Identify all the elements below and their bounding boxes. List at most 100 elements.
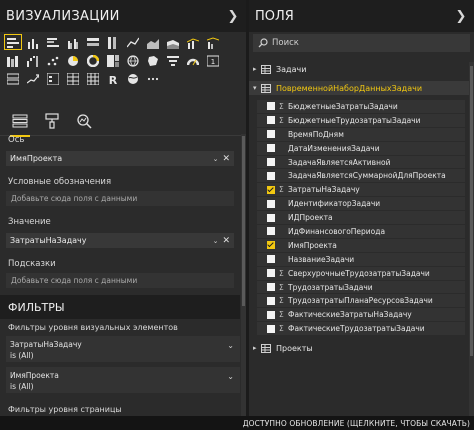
chevron-down-icon[interactable]: ⌄ [213, 237, 219, 245]
filter-card[interactable]: ЗатратыНаЗадачу is (All) ⌄ [6, 336, 240, 362]
map-icon[interactable] [124, 52, 142, 68]
field-item[interactable]: Σ ФактическиеЗатратыНаЗадачу [257, 308, 465, 323]
matrix-icon[interactable] [84, 70, 102, 86]
checkbox[interactable] [267, 269, 275, 278]
checkbox[interactable] [267, 158, 275, 166]
field-item[interactable]: ИдФинансовогоПериода [257, 225, 465, 239]
status-bar[interactable]: ДОСТУПНО ОБНОВЛЕНИЕ (ЩЕЛКНИТЕ, ЧТОБЫ СКА… [0, 416, 474, 430]
field-item[interactable]: ДатаИзмененияЗадачи [257, 141, 465, 156]
collapse-icon[interactable]: ▾ [253, 84, 261, 92]
chevron-right-icon[interactable]: ❯ [226, 9, 240, 24]
waterfall-icon[interactable] [24, 52, 42, 68]
gauge-icon[interactable] [184, 52, 202, 68]
stacked-bar-icon[interactable] [4, 34, 22, 50]
checkbox[interactable] [267, 213, 275, 222]
slicer-icon[interactable] [44, 70, 62, 86]
table-icon [261, 83, 271, 93]
table-node-timephased[interactable]: ▾ ПовременнойНаборДанныхЗадачи [249, 81, 469, 95]
stacked-area-icon[interactable] [164, 34, 182, 50]
expand-icon[interactable]: ▸ [253, 344, 261, 352]
pie-chart-icon[interactable] [64, 52, 82, 68]
chevron-down-icon[interactable]: ⌄ [227, 371, 234, 382]
field-item[interactable]: ИДПроекта [257, 211, 465, 226]
checkbox[interactable] [267, 144, 275, 153]
filled-map-icon[interactable] [144, 52, 162, 68]
checkbox-checked[interactable] [267, 185, 275, 194]
checkbox[interactable] [267, 310, 275, 319]
table-node-tasks[interactable]: ▸ Задачи [249, 62, 469, 76]
scroll-thumb[interactable] [470, 66, 473, 356]
field-item[interactable]: Σ ЗатратыНаЗадачу [257, 183, 465, 198]
line-clustered-icon[interactable] [204, 34, 222, 50]
close-icon[interactable]: ✕ [222, 236, 230, 246]
funnel-icon[interactable] [164, 52, 182, 68]
analytics-icon[interactable] [74, 110, 94, 132]
clustered-column-icon[interactable] [64, 34, 82, 50]
svg-text:1: 1 [211, 58, 215, 66]
chevron-right-icon[interactable]: ❯ [454, 9, 468, 24]
scatter-icon[interactable] [44, 52, 62, 68]
table-node-projects[interactable]: ▸ Проекты [249, 341, 469, 355]
checkbox[interactable] [267, 171, 275, 180]
fields-tab-icon[interactable] [10, 110, 30, 137]
treemap-icon[interactable] [104, 52, 122, 68]
card-icon[interactable]: 1 [204, 52, 222, 68]
stacked-column-icon[interactable] [24, 34, 42, 50]
multirow-card-icon[interactable] [4, 70, 22, 86]
axis-field-pill[interactable]: ИмяПроекта ⌄ ✕ [6, 151, 234, 166]
field-item[interactable]: ИмяПроекта [257, 238, 465, 253]
line-column-icon[interactable] [184, 34, 202, 50]
value-well-label: Значение [8, 217, 51, 227]
chevron-down-icon[interactable]: ⌄ [213, 155, 219, 163]
field-item[interactable]: ЗадачаЯвляетсяСуммарнойДляПроекта [257, 169, 465, 184]
100-bar-icon[interactable] [84, 34, 102, 50]
checkbox[interactable] [267, 116, 275, 125]
ribbon-chart-icon[interactable] [4, 52, 22, 68]
checkbox[interactable] [267, 199, 275, 208]
field-item[interactable]: Σ ТрудозатратыПланаРесурсовЗадачи [257, 294, 465, 309]
globe-icon[interactable] [124, 70, 142, 86]
close-icon[interactable]: ✕ [222, 154, 230, 164]
right-scrollbar[interactable] [469, 62, 474, 416]
filter-card[interactable]: ИмяПроекта is (All) ⌄ [6, 367, 240, 393]
checkbox[interactable] [267, 227, 275, 236]
scroll-thumb[interactable] [242, 136, 245, 306]
legend-drop-zone[interactable]: Добавьте сюда поля с данными [6, 191, 234, 206]
expand-icon[interactable]: ▸ [253, 65, 261, 73]
donut-chart-icon[interactable] [84, 52, 102, 68]
field-item-label: ЗадачаЯвляетсяСуммарнойДляПроекта [288, 171, 446, 181]
field-item[interactable]: Σ БюджетныеЗатратыЗадачи [257, 100, 465, 114]
checkbox[interactable] [267, 102, 275, 111]
visualizations-header: ВИЗУАЛИЗАЦИИ ❯ [0, 0, 246, 32]
field-item[interactable]: Σ СверхурочныеТрудозатратыЗадачи [257, 266, 465, 281]
area-chart-icon[interactable] [144, 34, 162, 50]
table-icon[interactable] [64, 70, 82, 86]
field-item[interactable]: Σ ФактическиеТрудозатратыЗадачи [257, 322, 465, 337]
checkbox[interactable] [267, 324, 275, 333]
chevron-down-icon[interactable]: ⌄ [227, 340, 234, 351]
field-item[interactable]: ВремяПоДням [257, 127, 465, 142]
r-visual-icon[interactable]: R [104, 70, 122, 86]
checkbox[interactable] [267, 296, 275, 305]
field-item[interactable]: ЗадачаЯвляетсяАктивной [257, 155, 465, 170]
format-paint-icon[interactable] [42, 110, 62, 132]
checkbox[interactable] [267, 255, 275, 264]
kpi-icon[interactable] [24, 70, 42, 86]
value-field-pill[interactable]: ЗатратыНаЗадачу ⌄ ✕ [6, 233, 234, 248]
tooltips-drop-zone[interactable]: Добавьте сюда поля с данными [6, 273, 234, 288]
value-field-name: ЗатратыНаЗадачу [10, 236, 87, 245]
search-input[interactable]: Поиск [253, 34, 470, 52]
clustered-bar-icon[interactable] [44, 34, 62, 50]
more-visuals-icon[interactable] [144, 70, 162, 86]
line-chart-icon[interactable] [124, 34, 142, 50]
field-item[interactable]: Σ БюджетныеТрудозатратыЗадачи [257, 113, 465, 128]
fields-pane: ПОЛЯ ❯ Поиск ▸ Задачи ▾ ПовременнойНабор… [249, 0, 474, 416]
field-item[interactable]: Σ ТрудозатратыЗадачи [257, 280, 465, 295]
checkbox[interactable] [267, 283, 275, 292]
checkbox[interactable] [267, 130, 275, 139]
field-item[interactable]: ИдентификаторЗадачи [257, 197, 465, 212]
update-available-text[interactable]: ДОСТУПНО ОБНОВЛЕНИЕ (ЩЕЛКНИТЕ, ЧТОБЫ СКА… [243, 419, 470, 428]
field-item[interactable]: НазваниеЗадачи [257, 252, 465, 267]
checkbox-checked[interactable] [267, 241, 275, 250]
100-column-icon[interactable] [104, 34, 122, 50]
